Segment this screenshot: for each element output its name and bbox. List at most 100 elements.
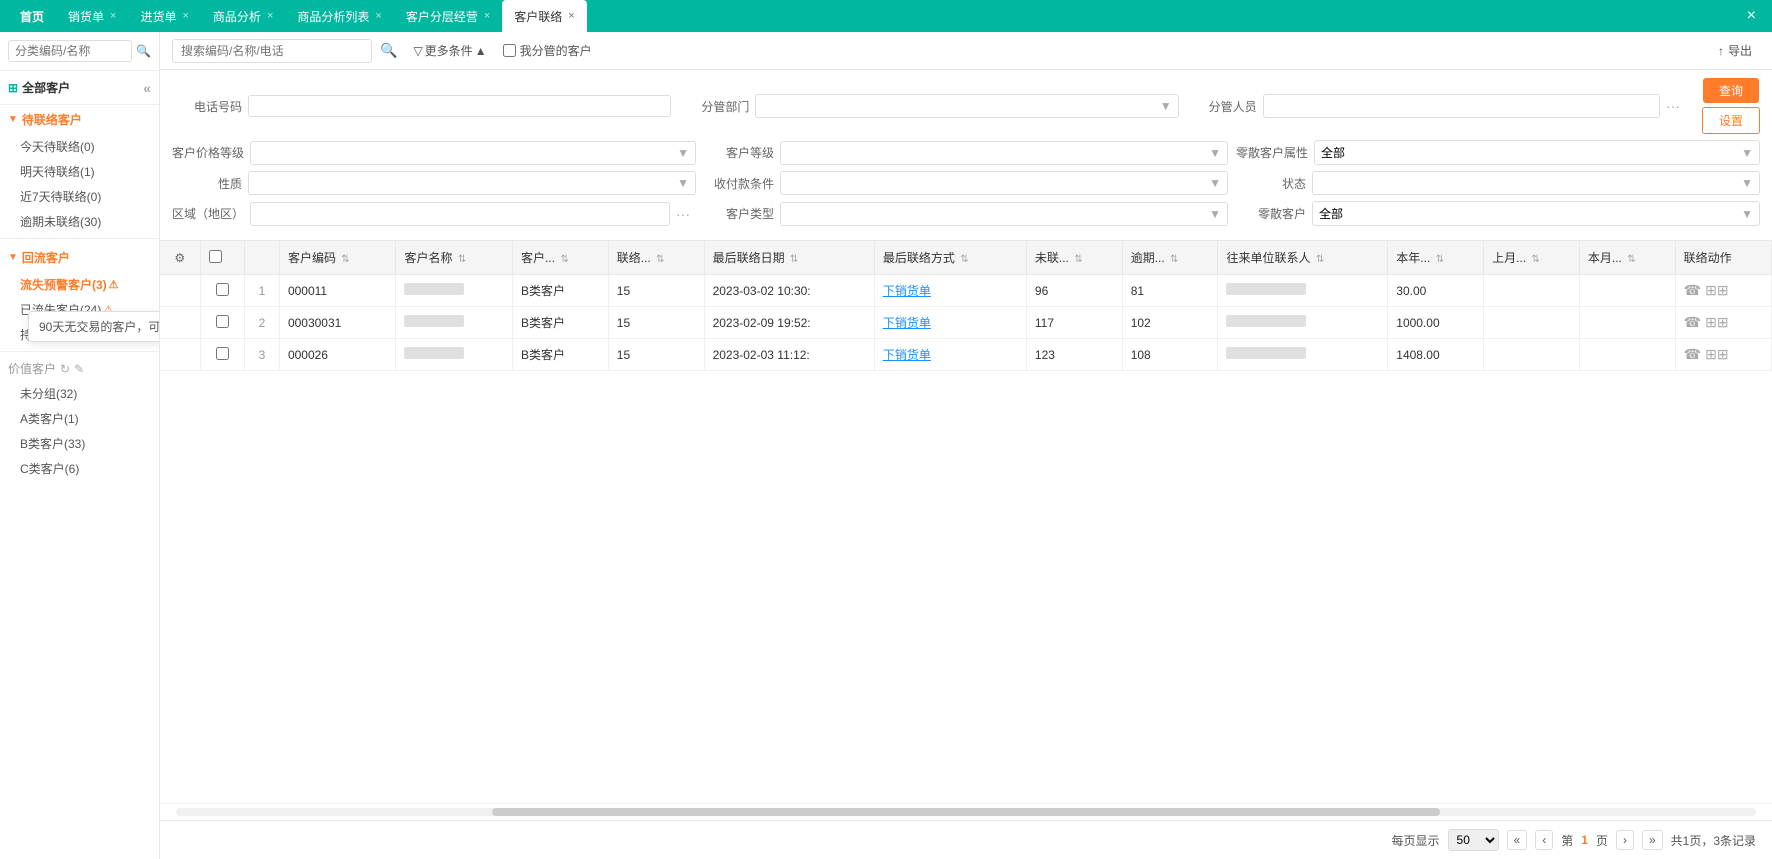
- sidebar-item-7days[interactable]: 近7天待联络(0): [0, 184, 159, 209]
- nav-tab-sales[interactable]: 销货单 ×: [56, 0, 128, 32]
- col-last-contact-date[interactable]: 最后联络日期 ⇅: [704, 241, 874, 275]
- sidebar-item-tomorrow[interactable]: 明天待联络(1): [0, 159, 159, 184]
- nav-close-all[interactable]: ×: [1739, 7, 1764, 25]
- action-more-2[interactable]: ⊞⊞: [1705, 346, 1728, 363]
- method-link-1[interactable]: 下销货单: [883, 316, 931, 330]
- person-more-btn[interactable]: ···: [1660, 98, 1686, 114]
- nav-tab-home[interactable]: 首页: [8, 0, 56, 32]
- col-name[interactable]: 客户名称 ⇅: [396, 241, 513, 275]
- sidebar-search-icon[interactable]: 🔍: [136, 44, 151, 58]
- row-checkbox-0[interactable]: [216, 283, 229, 296]
- col-this-year[interactable]: 本年... ⇅: [1388, 241, 1484, 275]
- col-checkbox[interactable]: [200, 241, 244, 275]
- method-link-0[interactable]: 下销货单: [883, 284, 931, 298]
- filter-more-conditions-button[interactable]: ▽ 更多条件 ▲: [405, 38, 494, 63]
- unit-sort-icon[interactable]: ⇅: [1316, 254, 1324, 265]
- person-select[interactable]: [1263, 94, 1660, 118]
- value-group-refresh-icon[interactable]: ↻: [60, 362, 70, 376]
- this-month-sort-icon[interactable]: ⇅: [1627, 254, 1635, 265]
- row-checkbox-2[interactable]: [216, 347, 229, 360]
- nav-tab-customer-segment-close[interactable]: ×: [484, 10, 490, 22]
- method-sort-icon[interactable]: ⇅: [960, 254, 968, 265]
- payment-select[interactable]: ▼: [780, 171, 1228, 195]
- page-size-select[interactable]: 50 100 200: [1448, 829, 1499, 851]
- nav-tab-product-analysis[interactable]: 商品分析 ×: [201, 0, 285, 32]
- sidebar-item-class-b[interactable]: B类客户(33): [0, 431, 159, 456]
- col-last-month[interactable]: 上月... ⇅: [1484, 241, 1580, 275]
- value-group-edit-icon[interactable]: ✎: [74, 362, 84, 376]
- cell-checkbox-0[interactable]: [200, 275, 244, 307]
- retail-select[interactable]: 全部 ▼: [1312, 201, 1760, 226]
- cell-method-2[interactable]: 下销货单: [874, 339, 1026, 371]
- code-sort-icon[interactable]: ⇅: [341, 254, 349, 265]
- region-select[interactable]: [250, 202, 670, 226]
- col-settings[interactable]: ⚙: [160, 241, 200, 275]
- col-overdue[interactable]: 逾期... ⇅: [1122, 241, 1218, 275]
- method-link-2[interactable]: 下销货单: [883, 348, 931, 362]
- dept-select[interactable]: ▼: [755, 94, 1178, 118]
- col-unit-contact[interactable]: 往来单位联系人 ⇅: [1218, 241, 1388, 275]
- contact-sort-icon[interactable]: ⇅: [656, 254, 664, 265]
- action-contact-2[interactable]: ☎: [1684, 346, 1701, 363]
- next-page-btn[interactable]: ›: [1616, 830, 1634, 850]
- nav-tab-customer-connect[interactable]: 客户联络 ×: [502, 0, 586, 32]
- nav-tab-customer-segment[interactable]: 客户分层经营 ×: [394, 0, 502, 32]
- action-contact-1[interactable]: ☎: [1684, 314, 1701, 331]
- row-checkbox-1[interactable]: [216, 315, 229, 328]
- action-more-1[interactable]: ⊞⊞: [1705, 314, 1728, 331]
- region-more-btn[interactable]: ···: [670, 206, 696, 222]
- filter-search-button[interactable]: 🔍: [380, 42, 397, 59]
- sidebar-group-pending-contact[interactable]: ▼ 待联络客户: [0, 105, 159, 134]
- nav-tab-product-analysis-close[interactable]: ×: [267, 10, 273, 22]
- col-this-month[interactable]: 本月... ⇅: [1579, 241, 1675, 275]
- sidebar-item-today[interactable]: 今天待联络(0): [0, 134, 159, 159]
- sidebar-item-class-c[interactable]: C类客户(6): [0, 456, 159, 481]
- action-contact-0[interactable]: ☎: [1684, 282, 1701, 299]
- sidebar-item-no-group[interactable]: 未分组(32): [0, 381, 159, 406]
- name-sort-icon[interactable]: ⇅: [458, 254, 466, 265]
- cell-method-0[interactable]: 下销货单: [874, 275, 1026, 307]
- scroll-track[interactable]: [176, 808, 1756, 816]
- col-code[interactable]: 客户编码 ⇅: [279, 241, 396, 275]
- type-sort-icon[interactable]: ⇅: [560, 254, 568, 265]
- customer-level-select[interactable]: ▼: [780, 141, 1228, 165]
- cell-checkbox-1[interactable]: [200, 307, 244, 339]
- export-button[interactable]: ↑ 导出: [1710, 38, 1760, 63]
- status-select[interactable]: ▼: [1312, 171, 1760, 195]
- sidebar-item-churned[interactable]: 已流失客户(24) ⚠: [0, 297, 159, 322]
- my-customers-checkbox[interactable]: [503, 44, 516, 57]
- sidebar-item-downtrend[interactable]: 持续下滑客户(2) ⚠: [0, 322, 159, 347]
- table-settings-icon[interactable]: ⚙: [170, 247, 189, 269]
- col-customer-type[interactable]: 客户... ⇅: [512, 241, 608, 275]
- first-page-btn[interactable]: «: [1507, 830, 1528, 850]
- nav-tab-product-list[interactable]: 商品分析列表 ×: [285, 0, 393, 32]
- cell-method-1[interactable]: 下销货单: [874, 307, 1026, 339]
- sidebar-group-churning[interactable]: ▼ 回流客户: [0, 243, 159, 272]
- action-more-0[interactable]: ⊞⊞: [1705, 282, 1728, 299]
- sidebar-all-customers[interactable]: ⊞ 全部客户 «: [0, 71, 159, 105]
- sidebar-item-overdue-contact[interactable]: 逾期未联络(30): [0, 209, 159, 234]
- last-page-btn[interactable]: »: [1642, 830, 1663, 850]
- overdue-sort-icon[interactable]: ⇅: [1170, 254, 1178, 265]
- nature-select[interactable]: ▼: [248, 171, 696, 195]
- sidebar-item-class-a[interactable]: A类客户(1): [0, 406, 159, 431]
- sidebar-item-churning-pred[interactable]: 流失预警客户(3) ⚠: [0, 272, 159, 297]
- filter-search-input[interactable]: [172, 39, 372, 63]
- nav-tab-product-list-close[interactable]: ×: [375, 10, 381, 22]
- scroll-thumb[interactable]: [492, 808, 1440, 816]
- price-level-select[interactable]: ▼: [250, 141, 696, 165]
- cell-checkbox-2[interactable]: [200, 339, 244, 371]
- sidebar-search-input[interactable]: [8, 40, 132, 62]
- query-button[interactable]: 查询: [1703, 78, 1759, 103]
- select-all-checkbox[interactable]: [209, 250, 222, 263]
- nav-tab-customer-connect-close[interactable]: ×: [568, 10, 574, 22]
- nav-tab-purchase-close[interactable]: ×: [182, 10, 188, 22]
- prev-page-btn[interactable]: ‹: [1535, 830, 1553, 850]
- year-sort-icon[interactable]: ⇅: [1436, 254, 1444, 265]
- customer-type-select[interactable]: ▼: [780, 202, 1228, 226]
- settings-button[interactable]: 设置: [1702, 107, 1760, 134]
- sidebar-collapse-icon[interactable]: «: [143, 80, 151, 96]
- phone-input[interactable]: [248, 95, 671, 117]
- last-month-sort-icon[interactable]: ⇅: [1531, 254, 1539, 265]
- retail-attr-select[interactable]: 全部 ▼: [1314, 140, 1760, 165]
